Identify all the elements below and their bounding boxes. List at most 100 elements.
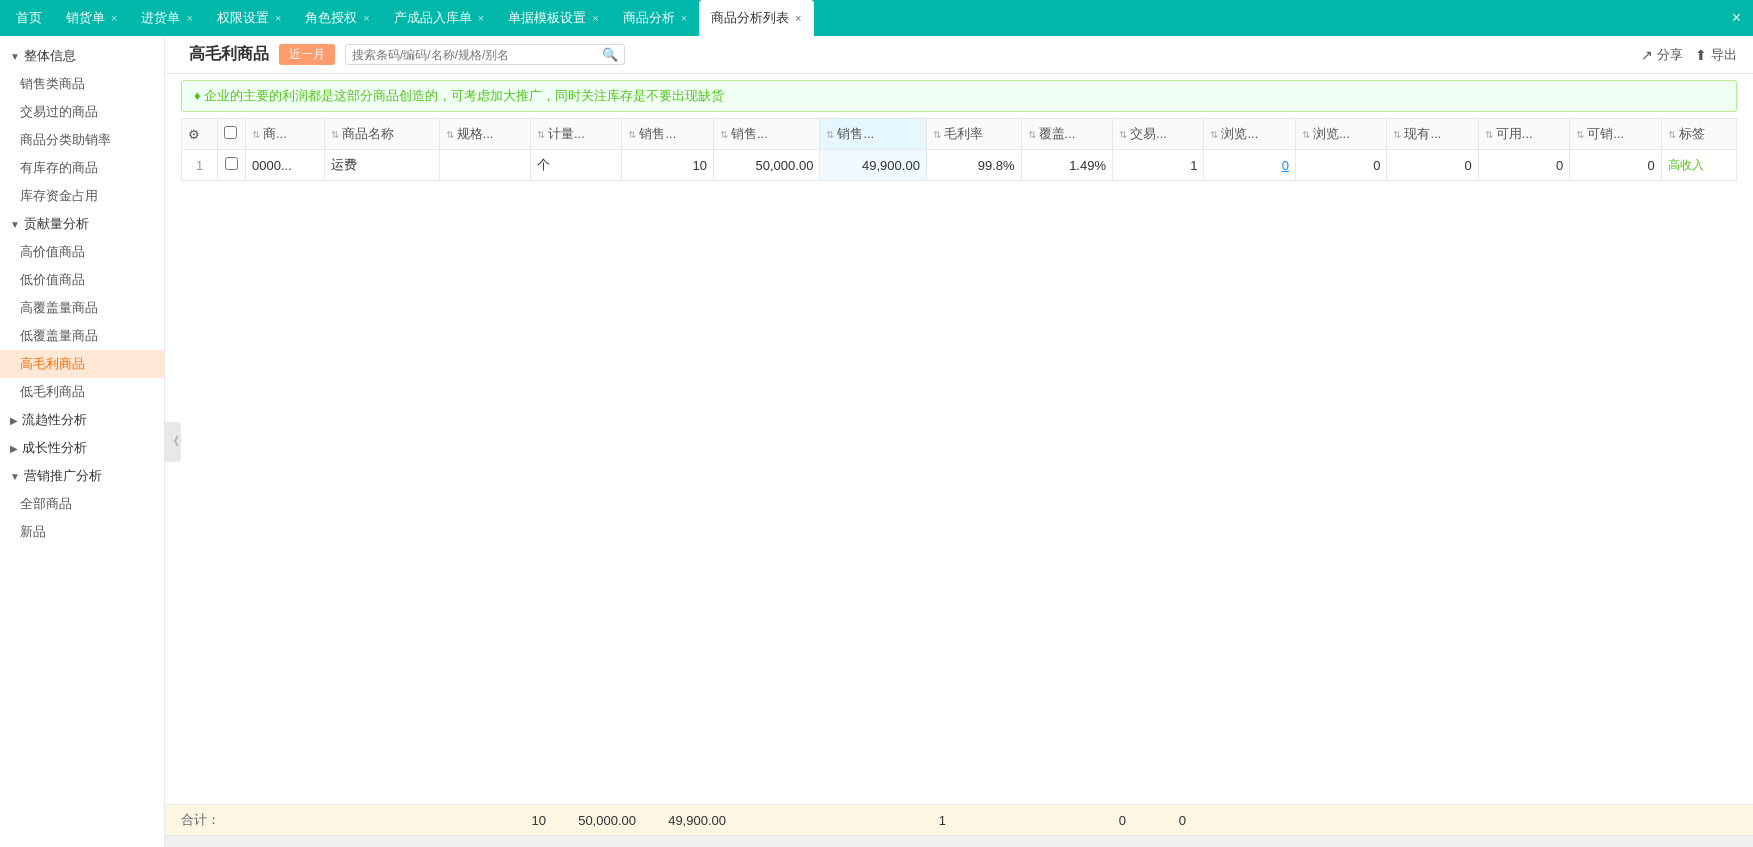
sort-icon-available: ⇅ bbox=[1393, 129, 1401, 140]
share-button[interactable]: ↗ 分享 bbox=[1641, 46, 1683, 64]
nav-tab-analysis-list-label: 商品分析列表 bbox=[711, 9, 789, 27]
col-sales2[interactable]: ⇅ 销售... bbox=[713, 119, 819, 150]
nav-tab-analysis-label: 商品分析 bbox=[623, 9, 675, 27]
nav-tab-permissions-close[interactable]: × bbox=[275, 12, 281, 24]
select-all-checkbox[interactable] bbox=[224, 126, 237, 139]
nav-tab-purchase-close[interactable]: × bbox=[186, 12, 192, 24]
sidebar-item-high-value[interactable]: 高价值商品 bbox=[0, 238, 164, 266]
nav-tab-roles-close[interactable]: × bbox=[363, 12, 369, 24]
sidebar-group-contribution[interactable]: ▼ 贡献量分析 bbox=[0, 210, 164, 238]
col-available-label: 现有... bbox=[1404, 125, 1441, 143]
sidebar-item-low-margin[interactable]: 低毛利商品 bbox=[0, 378, 164, 406]
col-gross-rate[interactable]: ⇅ 毛利率 bbox=[926, 119, 1021, 150]
sidebar-item-high-coverage[interactable]: 高覆盖量商品 bbox=[0, 294, 164, 322]
footer-bar: 合计： 10 50,000.00 49,900.00 1 0 0 bbox=[165, 804, 1753, 835]
cell-checkbox[interactable] bbox=[218, 150, 246, 181]
row-checkbox[interactable] bbox=[225, 157, 238, 170]
sidebar-item-new-goods[interactable]: 新品 bbox=[0, 518, 164, 546]
sidebar-collapse-button[interactable]: 《 bbox=[165, 422, 181, 462]
sidebar-item-stocked-goods[interactable]: 有库存的商品 bbox=[0, 154, 164, 182]
sidebar-group-marketing-arrow: ▼ bbox=[10, 471, 20, 482]
export-button[interactable]: ⬆ 导出 bbox=[1695, 46, 1737, 64]
nav-tab-analysis-list-close[interactable]: × bbox=[795, 12, 801, 24]
horizontal-scrollbar[interactable] bbox=[165, 835, 1753, 847]
col-unit[interactable]: ⇅ 计量... bbox=[531, 119, 622, 150]
col-browse1[interactable]: ⇅ 浏览... bbox=[1204, 119, 1295, 150]
sidebar-item-all-goods[interactable]: 全部商品 bbox=[0, 490, 164, 518]
col-trade[interactable]: ⇅ 交易... bbox=[1113, 119, 1204, 150]
nav-tab-permissions-label: 权限设置 bbox=[217, 9, 269, 27]
nav-tab-roles[interactable]: 角色授权 × bbox=[293, 0, 381, 36]
sidebar-group-marketing[interactable]: ▼ 营销推广分析 bbox=[0, 462, 164, 490]
sidebar-group-contribution-label: 贡献量分析 bbox=[24, 215, 89, 233]
sidebar-item-traded-goods[interactable]: 交易过的商品 bbox=[0, 98, 164, 126]
nav-tab-home[interactable]: 首页 bbox=[4, 0, 54, 36]
col-tag[interactable]: ⇅ 标签 bbox=[1661, 119, 1736, 150]
col-trade-label: 交易... bbox=[1130, 125, 1167, 143]
nav-tab-purchase[interactable]: 进货单 × bbox=[129, 0, 204, 36]
col-saleable[interactable]: ⇅ 可销... bbox=[1570, 119, 1661, 150]
footer-cell-11: 0 bbox=[1134, 813, 1194, 828]
col-saleable-label: 可销... bbox=[1587, 125, 1624, 143]
sidebar-item-low-coverage[interactable]: 低覆盖量商品 bbox=[0, 322, 164, 350]
nav-tab-template-close[interactable]: × bbox=[592, 12, 598, 24]
export-icon: ⬆ bbox=[1695, 47, 1707, 63]
col-sales1[interactable]: ⇅ 销售... bbox=[622, 119, 713, 150]
nav-tab-template-label: 单据模板设置 bbox=[508, 9, 586, 27]
cell-usable: 0 bbox=[1478, 150, 1569, 181]
cell-unit: 个 bbox=[531, 150, 622, 181]
cell-coverage: 1.49% bbox=[1021, 150, 1112, 181]
sidebar-item-category-rate[interactable]: 商品分类助销率 bbox=[0, 126, 164, 154]
data-table: ⚙ ⇅ 商... bbox=[181, 118, 1737, 181]
nav-tab-analysis-close[interactable]: × bbox=[681, 12, 687, 24]
search-input[interactable] bbox=[352, 48, 602, 62]
sidebar-item-inventory-capital[interactable]: 库存资金占用 bbox=[0, 182, 164, 210]
sort-icon-unit: ⇅ bbox=[537, 129, 545, 140]
col-spec[interactable]: ⇅ 规格... bbox=[439, 119, 530, 150]
sidebar-group-growth-label: 成长性分析 bbox=[22, 439, 87, 457]
nav-tab-sales[interactable]: 销货单 × bbox=[54, 0, 129, 36]
cell-browse1[interactable]: 0 bbox=[1204, 150, 1295, 181]
col-available[interactable]: ⇅ 现有... bbox=[1387, 119, 1478, 150]
collapse-icon: 《 bbox=[168, 434, 179, 449]
sort-icon-tag: ⇅ bbox=[1668, 129, 1676, 140]
nav-tab-template[interactable]: 单据模板设置 × bbox=[496, 0, 610, 36]
sidebar-item-high-margin[interactable]: 高毛利商品 bbox=[0, 350, 164, 378]
sidebar-group-growth[interactable]: ▶ 成长性分析 bbox=[0, 434, 164, 462]
sidebar-group-trend[interactable]: ▶ 流趋性分析 bbox=[0, 406, 164, 434]
col-sales3[interactable]: ⇅ 销售... bbox=[820, 119, 926, 150]
sidebar-group-overall-arrow: ▼ bbox=[10, 51, 20, 62]
nav-tab-analysis-list[interactable]: 商品分析列表 × bbox=[699, 0, 813, 36]
sort-icon-name: ⇅ bbox=[331, 129, 339, 140]
nav-tab-sales-close[interactable]: × bbox=[111, 12, 117, 24]
footer-cell-3: 50,000.00 bbox=[554, 813, 644, 828]
col-name[interactable]: ⇅ 商品名称 bbox=[325, 119, 439, 150]
col-code[interactable]: ⇅ 商... bbox=[246, 119, 325, 150]
col-usable[interactable]: ⇅ 可用... bbox=[1478, 119, 1569, 150]
sort-icon-sales2: ⇅ bbox=[720, 129, 728, 140]
cell-name: 运费 bbox=[325, 150, 439, 181]
filter-recent-month-button[interactable]: 近一月 bbox=[279, 44, 335, 65]
nav-tab-analysis[interactable]: 商品分析 × bbox=[611, 0, 699, 36]
nav-tab-permissions[interactable]: 权限设置 × bbox=[205, 0, 293, 36]
info-banner: ♦ 企业的主要的利润都是这部分商品创造的，可考虑加大推广，同时关注库存是不要出现… bbox=[181, 80, 1737, 112]
sidebar-item-low-value[interactable]: 低价值商品 bbox=[0, 266, 164, 294]
col-checkbox[interactable] bbox=[218, 119, 246, 150]
nav-tab-inbound[interactable]: 产成品入库单 × bbox=[382, 0, 496, 36]
close-all-button[interactable]: × bbox=[1724, 9, 1749, 27]
footer-cell-7: 1 bbox=[894, 813, 954, 828]
search-icon[interactable]: 🔍 bbox=[602, 47, 618, 62]
col-coverage[interactable]: ⇅ 覆盖... bbox=[1021, 119, 1112, 150]
sort-icon-browse2: ⇅ bbox=[1302, 129, 1310, 140]
nav-tab-inbound-close[interactable]: × bbox=[478, 12, 484, 24]
sidebar-item-sales-goods[interactable]: 销售类商品 bbox=[0, 70, 164, 98]
col-browse2[interactable]: ⇅ 浏览... bbox=[1295, 119, 1386, 150]
col-settings[interactable]: ⚙ bbox=[182, 119, 218, 150]
sidebar-group-overall[interactable]: ▼ 整体信息 bbox=[0, 42, 164, 70]
nav-tab-purchase-label: 进货单 bbox=[141, 9, 180, 27]
table-container: ⚙ ⇅ 商... bbox=[165, 118, 1753, 804]
nav-tab-roles-label: 角色授权 bbox=[305, 9, 357, 27]
cell-sales1: 10 bbox=[622, 150, 713, 181]
col-tag-label: 标签 bbox=[1679, 125, 1705, 143]
content-area: 《 高毛利商品 近一月 🔍 ↗ 分享 ⬆ 导出 ♦ 企业 bbox=[165, 36, 1753, 847]
